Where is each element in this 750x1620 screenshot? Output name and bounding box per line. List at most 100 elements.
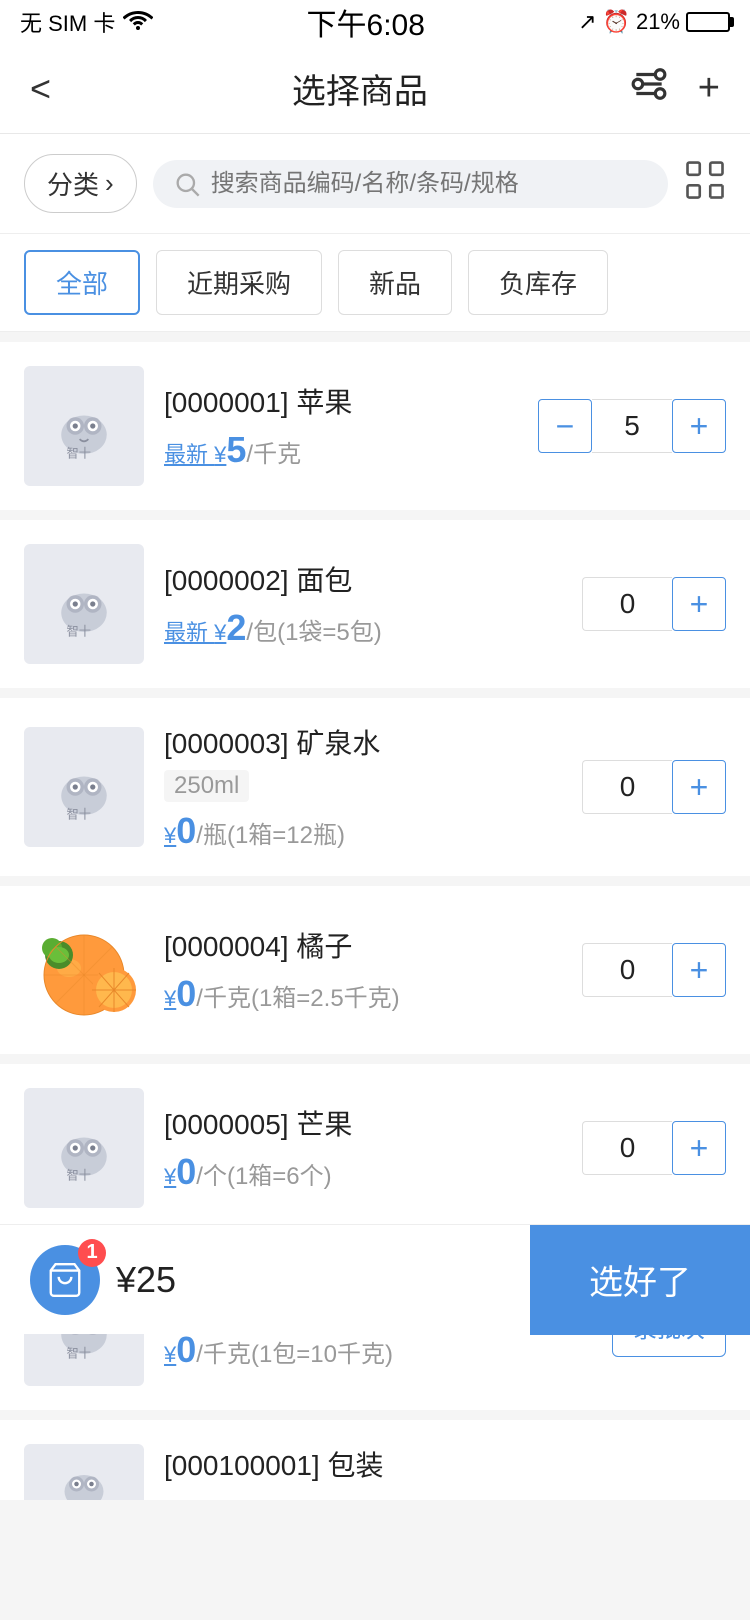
search-icon — [173, 170, 201, 198]
product-name: [0000004] 橘子 — [164, 925, 562, 965]
sim-label: 无 SIM 卡 — [20, 6, 115, 38]
product-info-0000005: [0000005] 芒果 ¥0/个(1箱=6个) — [164, 1103, 562, 1193]
orange-image — [24, 910, 144, 1030]
price-num: 0 — [176, 1329, 196, 1370]
price-unit: /个(1箱=6个) — [196, 1163, 331, 1190]
tabs-bar: 全部 近期采购 新品 负库存 — [0, 234, 750, 332]
product-price: ¥0/千克(1箱=2.5千克) — [164, 973, 562, 1015]
status-left: 无 SIM 卡 — [20, 6, 153, 38]
product-name: [0000002] 面包 — [164, 559, 562, 599]
search-input[interactable] — [211, 170, 648, 198]
product-price: ¥0/千克(1包=10千克) — [164, 1329, 592, 1371]
qty-increase-button[interactable]: + — [672, 1121, 726, 1175]
product-item-0000003: 智十 [0000003] 矿泉水 250ml ¥0/瓶(1箱=12瓶) + — [0, 698, 750, 876]
product-item-0000001: 智十 [0000001] 苹果 最新 ¥5/千克 − + — [0, 342, 750, 510]
cart-total: ¥25 — [116, 1259, 176, 1301]
product-name: [0000001] 苹果 — [164, 381, 518, 421]
qty-decrease-button[interactable]: − — [538, 399, 592, 453]
product-price: ¥0/个(1箱=6个) — [164, 1151, 562, 1193]
qty-increase-button[interactable]: + — [672, 399, 726, 453]
product-price: ¥0/瓶(1箱=12瓶) — [164, 810, 562, 852]
battery-percent: 21% — [636, 9, 680, 35]
product-name: [0000003] 矿泉水 — [164, 722, 562, 762]
qty-control-0000002: + — [582, 577, 726, 631]
status-bar: 无 SIM 卡 下午6:08 ↗ ⏰ 21% — [0, 0, 750, 44]
wifi-icon — [123, 8, 153, 36]
category-button[interactable]: 分类 › — [24, 154, 137, 213]
qty-control-0000005: + — [582, 1121, 726, 1175]
cart-badge: 1 — [78, 1239, 106, 1267]
cart-area: 1 ¥25 — [0, 1245, 530, 1315]
price-unit: /千克(1箱=2.5千克) — [196, 985, 399, 1012]
price-label: 最新 — [164, 620, 214, 645]
qty-input[interactable] — [582, 760, 672, 814]
product-info-0000001: [0000001] 苹果 最新 ¥5/千克 — [164, 381, 518, 471]
product-info-0000004: [0000004] 橘子 ¥0/千克(1箱=2.5千克) — [164, 925, 562, 1015]
svg-text:智十: 智十 — [67, 1346, 92, 1361]
qty-control-0000003: + — [582, 760, 726, 814]
qty-increase-button[interactable]: + — [672, 577, 726, 631]
product-name: [000100001] 包装 — [164, 1444, 726, 1484]
product-item-0000005: 智十 [0000005] 芒果 ¥0/个(1箱=6个) + — [0, 1064, 750, 1232]
tab-recent[interactable]: 近期采购 — [156, 250, 322, 315]
product-price: 最新 ¥5/千克 — [164, 429, 518, 471]
product-image-0000001: 智十 — [24, 366, 144, 486]
nav-bar: < 选择商品 + — [0, 44, 750, 134]
tab-all[interactable]: 全部 — [24, 250, 140, 315]
product-item-0000002: 智十 [0000002] 面包 最新 ¥2/包(1袋=5包) + — [0, 520, 750, 688]
price-num: 5 — [226, 429, 246, 470]
price-unit: /瓶(1箱=12瓶) — [196, 822, 345, 849]
battery-icon — [686, 12, 730, 32]
tab-new[interactable]: 新品 — [338, 250, 452, 315]
tab-negative[interactable]: 负库存 — [468, 250, 608, 315]
filter-icon[interactable] — [630, 65, 668, 113]
product-image-partial — [24, 1444, 144, 1500]
svg-text:智十: 智十 — [67, 807, 92, 822]
product-price: 最新 ¥2/包(1袋=5包) — [164, 607, 562, 649]
product-spec: 250ml — [164, 770, 249, 802]
product-name: [0000005] 芒果 — [164, 1103, 562, 1143]
scan-icon[interactable] — [684, 159, 726, 209]
price-unit: /千克 — [246, 441, 301, 468]
price-unit: /千克(1包=10千克) — [196, 1341, 393, 1368]
qty-control-0000001: − + — [538, 399, 726, 453]
price-unit: /包(1袋=5包) — [246, 619, 381, 646]
product-item-000100001-partial: [000100001] 包装 — [0, 1420, 750, 1500]
price-num: 0 — [176, 973, 196, 1014]
category-label: 分类 — [47, 165, 99, 202]
confirm-button[interactable]: 选好了 — [530, 1225, 750, 1335]
location-icon: ↗ — [578, 9, 596, 35]
qty-input[interactable] — [582, 577, 672, 631]
nav-actions: + — [630, 65, 720, 113]
svg-text:智十: 智十 — [67, 624, 92, 639]
cart-icon — [46, 1261, 84, 1299]
product-item-0000004: [0000004] 橘子 ¥0/千克(1箱=2.5千克) + — [0, 886, 750, 1054]
price-label: 最新 — [164, 442, 214, 467]
page-title: 选择商品 — [292, 64, 428, 113]
alarm-icon: ⏰ — [603, 9, 630, 35]
svg-text:智十: 智十 — [67, 1168, 92, 1183]
product-info-0000003: [0000003] 矿泉水 250ml ¥0/瓶(1箱=12瓶) — [164, 722, 562, 852]
add-button[interactable]: + — [698, 67, 720, 110]
price-num: 2 — [226, 607, 246, 648]
svg-text:智十: 智十 — [67, 446, 92, 461]
qty-increase-button[interactable]: + — [672, 943, 726, 997]
product-info-partial: [000100001] 包装 — [164, 1444, 726, 1484]
qty-input[interactable] — [582, 943, 672, 997]
filter-bar: 分类 › — [0, 134, 750, 234]
qty-input[interactable] — [592, 399, 672, 453]
back-button[interactable]: < — [30, 68, 90, 110]
price-num: 0 — [176, 810, 196, 851]
search-box — [153, 160, 668, 208]
product-image-0000005: 智十 — [24, 1088, 144, 1208]
qty-increase-button[interactable]: + — [672, 760, 726, 814]
product-image-0000003: 智十 — [24, 727, 144, 847]
product-image-0000002: 智十 — [24, 544, 144, 664]
cart-button[interactable]: 1 — [30, 1245, 100, 1315]
time-display: 下午6:08 — [307, 0, 425, 44]
qty-input[interactable] — [582, 1121, 672, 1175]
product-info-0000002: [0000002] 面包 最新 ¥2/包(1袋=5包) — [164, 559, 562, 649]
chevron-right-icon: › — [105, 168, 114, 199]
status-right: ↗ ⏰ 21% — [578, 9, 730, 35]
product-image-0000004 — [24, 910, 144, 1030]
